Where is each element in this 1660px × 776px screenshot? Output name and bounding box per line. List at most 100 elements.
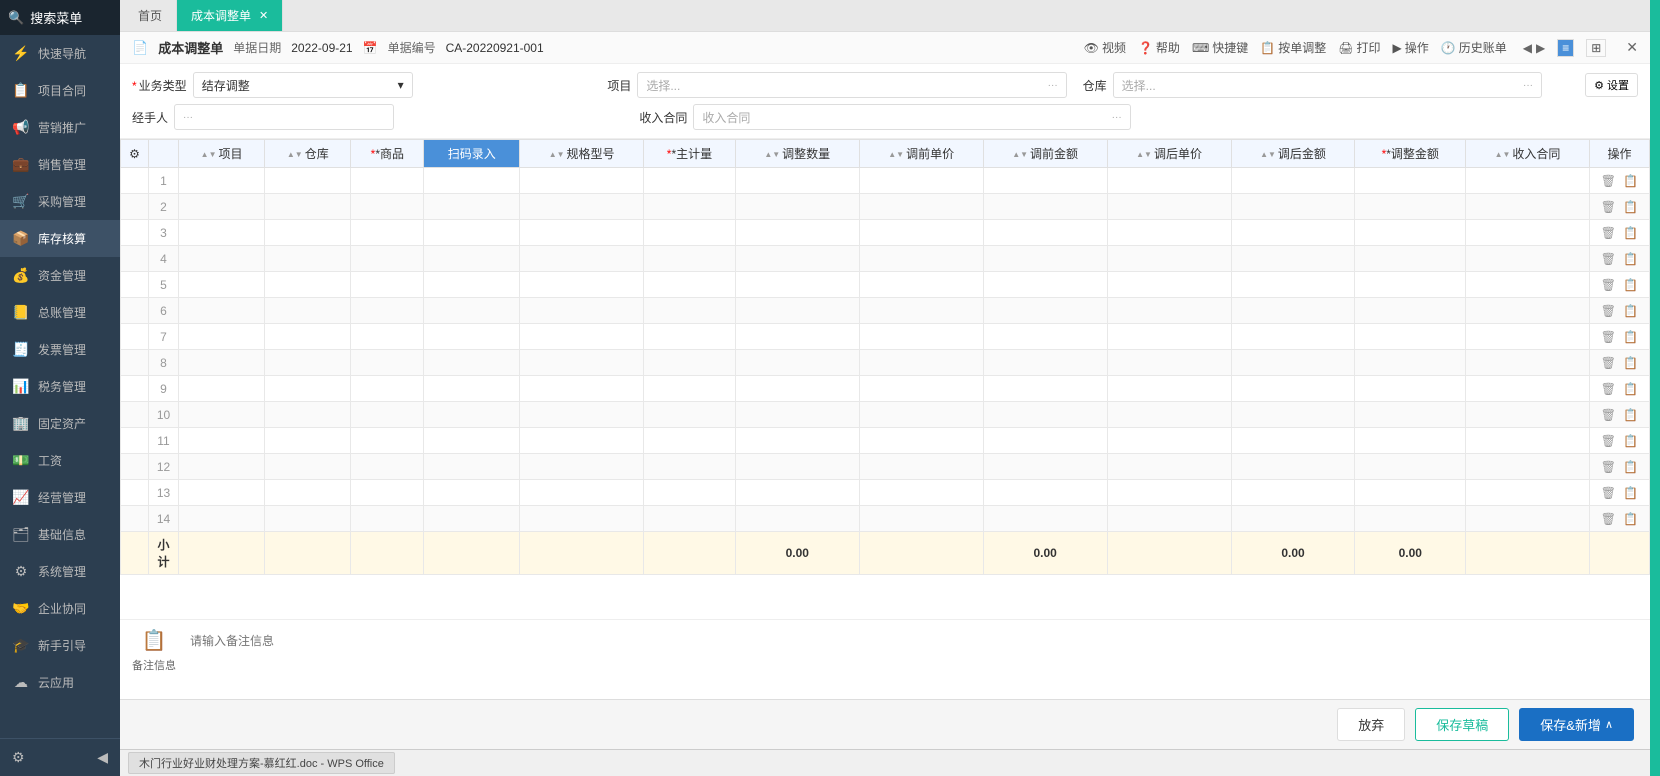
row-adjust-qty[interactable] <box>735 402 859 428</box>
row-before-price[interactable] <box>859 402 983 428</box>
income-contract-input[interactable]: 收入合同 ··· <box>693 104 1130 130</box>
print-btn[interactable]: 🖨 打印 <box>1338 39 1380 56</box>
row-spec[interactable] <box>520 402 644 428</box>
row-income-contract[interactable] <box>1466 402 1590 428</box>
row-warehouse[interactable] <box>265 220 351 246</box>
help-btn[interactable]: ❓ 帮助 <box>1138 39 1180 56</box>
row-adjust-amount[interactable] <box>1355 506 1466 532</box>
row-copy-icon[interactable]: 📋 <box>1623 330 1638 344</box>
row-delete-icon[interactable]: 🗑 <box>1601 408 1616 422</box>
row-warehouse[interactable] <box>265 506 351 532</box>
row-after-price[interactable] <box>1107 402 1231 428</box>
row-goods[interactable] <box>351 298 424 324</box>
row-after-price[interactable] <box>1107 194 1231 220</box>
col-project[interactable]: ▲▼项目 <box>179 140 265 168</box>
row-warehouse[interactable] <box>265 324 351 350</box>
taskbar-item[interactable]: 木门行业好业财处理方案-慕红红.doc - WPS Office <box>128 752 395 774</box>
sidebar-search[interactable]: 🔍 搜索菜单 <box>0 0 120 35</box>
tab-home[interactable]: 首页 <box>124 0 177 31</box>
row-adjust-amount[interactable] <box>1355 324 1466 350</box>
row-income-contract[interactable] <box>1466 298 1590 324</box>
row-project[interactable] <box>179 246 265 272</box>
col-after-price[interactable]: ▲▼调后单价 <box>1107 140 1231 168</box>
row-delete-icon[interactable]: 🗑 <box>1601 512 1616 526</box>
row-delete-icon[interactable]: 🗑 <box>1601 486 1616 500</box>
row-after-price[interactable] <box>1107 272 1231 298</box>
row-after-price[interactable] <box>1107 506 1231 532</box>
row-copy-icon[interactable]: 📋 <box>1623 460 1638 474</box>
settings-btn[interactable]: ⚙ 设置 <box>1585 73 1638 97</box>
row-goods[interactable] <box>351 272 424 298</box>
row-copy-icon[interactable]: 📋 <box>1623 408 1638 422</box>
row-goods[interactable] <box>351 428 424 454</box>
row-before-amount[interactable] <box>983 168 1107 194</box>
row-income-contract[interactable] <box>1466 480 1590 506</box>
row-after-amount[interactable] <box>1231 376 1355 402</box>
col-before-amount[interactable]: ▲▼调前金额 <box>983 140 1107 168</box>
row-adjust-qty[interactable] <box>735 428 859 454</box>
row-spec[interactable] <box>520 454 644 480</box>
row-before-price[interactable] <box>859 428 983 454</box>
row-unit[interactable] <box>644 298 736 324</box>
row-warehouse[interactable] <box>265 376 351 402</box>
row-goods[interactable] <box>351 350 424 376</box>
discard-button[interactable]: 放弃 <box>1337 708 1405 741</box>
row-project[interactable] <box>179 168 265 194</box>
save-new-button[interactable]: 保存&新增 ∧ <box>1519 708 1634 741</box>
row-copy-icon[interactable]: 📋 <box>1623 304 1638 318</box>
col-income-contract[interactable]: ▲▼收入合同 <box>1466 140 1590 168</box>
row-after-price[interactable] <box>1107 298 1231 324</box>
row-delete-icon[interactable]: 🗑 <box>1601 304 1616 318</box>
row-project[interactable] <box>179 324 265 350</box>
col-spec[interactable]: ▲▼规格型号 <box>520 140 644 168</box>
row-spec[interactable] <box>520 194 644 220</box>
sidebar-item-cloud[interactable]: ☁云应用 <box>0 664 120 701</box>
row-copy-icon[interactable]: 📋 <box>1623 382 1638 396</box>
row-adjust-amount[interactable] <box>1355 428 1466 454</box>
row-before-price[interactable] <box>859 220 983 246</box>
row-adjust-qty[interactable] <box>735 246 859 272</box>
row-project[interactable] <box>179 220 265 246</box>
row-after-price[interactable] <box>1107 324 1231 350</box>
row-before-amount[interactable] <box>983 428 1107 454</box>
row-unit[interactable] <box>644 454 736 480</box>
sidebar-item-inventory[interactable]: 📦库存核算 <box>0 220 120 257</box>
row-before-amount[interactable] <box>983 376 1107 402</box>
operate-btn[interactable]: ▶ 操作 <box>1393 39 1429 56</box>
sidebar-item-marketing[interactable]: 📢营销推广 <box>0 109 120 146</box>
row-after-price[interactable] <box>1107 220 1231 246</box>
row-adjust-qty[interactable] <box>735 194 859 220</box>
collapse-icon[interactable]: ◀ <box>97 749 108 766</box>
date-edit-icon[interactable]: 📅 <box>363 41 378 55</box>
row-before-amount[interactable] <box>983 246 1107 272</box>
row-delete-icon[interactable]: 🗑 <box>1601 330 1616 344</box>
row-income-contract[interactable] <box>1466 506 1590 532</box>
row-before-amount[interactable] <box>983 298 1107 324</box>
row-adjust-amount[interactable] <box>1355 298 1466 324</box>
row-after-price[interactable] <box>1107 350 1231 376</box>
row-goods[interactable] <box>351 324 424 350</box>
row-scan[interactable] <box>424 272 520 298</box>
row-before-amount[interactable] <box>983 220 1107 246</box>
row-project[interactable] <box>179 402 265 428</box>
row-scan[interactable] <box>424 246 520 272</box>
sidebar-item-purchase[interactable]: 🛒采购管理 <box>0 183 120 220</box>
row-copy-icon[interactable]: 📋 <box>1623 174 1638 188</box>
row-delete-icon[interactable]: 🗑 <box>1601 460 1616 474</box>
row-before-price[interactable] <box>859 246 983 272</box>
row-scan[interactable] <box>424 350 520 376</box>
row-adjust-qty[interactable] <box>735 298 859 324</box>
row-warehouse[interactable] <box>265 194 351 220</box>
row-after-amount[interactable] <box>1231 506 1355 532</box>
row-warehouse[interactable] <box>265 246 351 272</box>
row-after-amount[interactable] <box>1231 350 1355 376</box>
col-settings[interactable]: ⚙ <box>121 140 149 168</box>
sidebar-item-project-contract[interactable]: 📋项目合同 <box>0 72 120 109</box>
row-project[interactable] <box>179 506 265 532</box>
row-after-price[interactable] <box>1107 454 1231 480</box>
row-project[interactable] <box>179 272 265 298</box>
row-spec[interactable] <box>520 376 644 402</box>
row-before-amount[interactable] <box>983 194 1107 220</box>
row-before-price[interactable] <box>859 454 983 480</box>
row-goods[interactable] <box>351 480 424 506</box>
